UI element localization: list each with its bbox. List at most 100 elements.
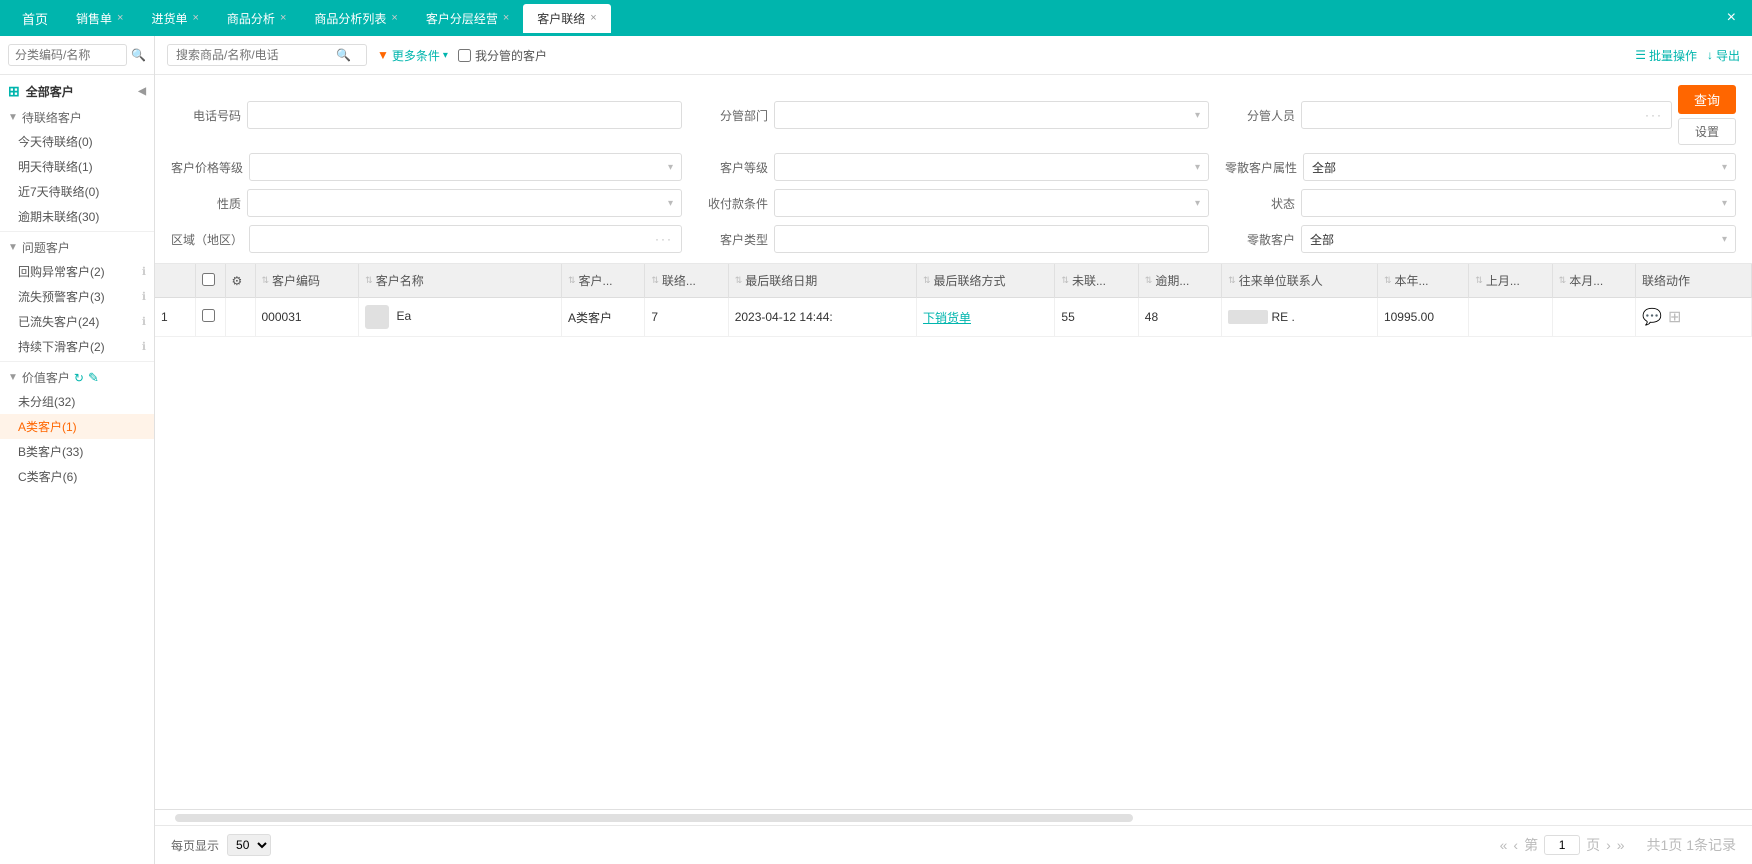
my-customers-checkbox-area[interactable]: 我分管的客户	[458, 47, 547, 64]
col-last-month[interactable]: ⇅ 上月...	[1469, 264, 1552, 298]
nav-first-btn[interactable]: «	[1500, 837, 1508, 853]
nav-last-btn[interactable]: »	[1617, 837, 1625, 853]
col-contact[interactable]: ⇅ 联络...	[645, 264, 728, 298]
collapse-icon[interactable]: ◀	[138, 86, 146, 97]
col-customer-name[interactable]: ⇅ 客户名称	[359, 264, 562, 298]
close-all-tabs[interactable]: ×	[1719, 5, 1744, 31]
col-action[interactable]: 联络动作	[1636, 264, 1752, 298]
problem-customers-group[interactable]: ▼ 问题客户	[0, 234, 154, 259]
col-checkbox[interactable]	[195, 264, 225, 298]
col-this-month[interactable]: ⇅ 本月...	[1552, 264, 1635, 298]
nav-tab-analysis[interactable]: 商品分析 ×	[213, 4, 300, 33]
col-overdue[interactable]: ⇅ 逾期...	[1138, 264, 1221, 298]
col-customer-type[interactable]: ⇅ 客户...	[561, 264, 644, 298]
assignee-input[interactable]: ···	[1301, 101, 1672, 129]
price-grade-input[interactable]: ▾	[249, 153, 682, 181]
sidebar-item-repurchase-anomaly[interactable]: 回购异常客户(2) ℹ	[0, 259, 154, 284]
nav-tab-sales[interactable]: 销售单 ×	[62, 4, 137, 33]
col-settings[interactable]: ⚙	[225, 264, 255, 298]
td-checkbox[interactable]	[195, 298, 225, 337]
col-customer-code[interactable]: ⇅ 客户编码	[255, 264, 359, 298]
sidebar-item-c-class[interactable]: C类客户(6)	[0, 464, 154, 489]
sort-icon: ⇅	[262, 275, 270, 286]
row-checkbox[interactable]	[202, 309, 215, 322]
page-input[interactable]	[1544, 835, 1580, 855]
page-size-select[interactable]: 50	[227, 834, 271, 856]
nav-tab-customer-contact[interactable]: 客户联络 ×	[523, 4, 610, 33]
nature-input[interactable]: ▾	[247, 189, 682, 217]
customer-grade-input[interactable]: ▾	[774, 153, 1209, 181]
sidebar-search-icon[interactable]: 🔍	[131, 48, 146, 62]
retail-customer-input[interactable]: 全部 ▾	[1301, 225, 1736, 253]
td-customer-type: A类客户	[561, 298, 644, 337]
retail-attr-input[interactable]: 全部 ▾	[1303, 153, 1736, 181]
sidebar-item-week-contact[interactable]: 近7天待联络(0)	[0, 179, 154, 204]
customer-type-input[interactable]	[774, 225, 1209, 253]
sidebar-search-area: 🔍	[0, 36, 154, 75]
close-customer-segment-tab[interactable]: ×	[503, 12, 509, 24]
col-last-contact-method[interactable]: ⇅ 最后联络方式	[916, 264, 1054, 298]
region-input[interactable]: ···	[249, 225, 682, 253]
select-all-checkbox[interactable]	[202, 273, 215, 286]
col-this-year[interactable]: ⇅ 本年...	[1377, 264, 1468, 298]
contact-method-link[interactable]: 下销货单	[923, 311, 971, 325]
col-unit-contact[interactable]: ⇅ 往来单位联系人	[1222, 264, 1378, 298]
payment-input[interactable]: ▾	[774, 189, 1209, 217]
horizontal-scrollbar[interactable]	[155, 809, 1752, 825]
refresh-icon[interactable]: ↻	[74, 371, 84, 385]
nav-prev-btn[interactable]: ‹	[1513, 837, 1518, 853]
sidebar-item-declining[interactable]: 持续下滑客户(2) ℹ	[0, 334, 154, 359]
sidebar-item-today-contact[interactable]: 今天待联络(0)	[0, 129, 154, 154]
nav-home[interactable]: 首页	[8, 3, 62, 34]
sidebar-item-tomorrow-contact[interactable]: 明天待联络(1)	[0, 154, 154, 179]
dept-input[interactable]: ▾	[774, 101, 1209, 129]
sort-icon-11: ⇅	[1475, 275, 1483, 286]
filter-row-retail-customer: 零散客户 全部 ▾	[1225, 225, 1736, 253]
sidebar-item-unclassified[interactable]: 未分组(32)	[0, 389, 154, 414]
total-records: 共1页 1条记录	[1647, 835, 1736, 855]
sidebar-search-input[interactable]	[8, 44, 127, 66]
pending-contact-group[interactable]: ▼ 待联络客户	[0, 104, 154, 129]
filter-row-status: 状态 ▾	[1225, 189, 1736, 217]
settings-icon[interactable]: ⚙	[232, 274, 243, 288]
qr-icon[interactable]: ⊞	[1668, 307, 1681, 327]
main-search-icon[interactable]: 🔍	[336, 48, 351, 62]
sidebar-item-a-class[interactable]: A类客户(1)	[0, 414, 154, 439]
close-purchase-tab[interactable]: ×	[192, 12, 198, 24]
sidebar-item-churn-warning[interactable]: 流失预警客户(3) ℹ	[0, 284, 154, 309]
sidebar-item-overdue-contact[interactable]: 逾期未联络(30)	[0, 204, 154, 229]
more-conditions-btn[interactable]: ▼ 更多条件 ▾	[377, 47, 448, 64]
phone-input[interactable]	[247, 101, 682, 129]
nav-next-btn[interactable]: ›	[1606, 837, 1611, 853]
batch-operation-btn[interactable]: ☰ 批量操作	[1635, 47, 1697, 64]
sidebar-item-b-class[interactable]: B类客户(33)	[0, 439, 154, 464]
main-search-input[interactable]	[176, 48, 336, 62]
close-analysis-list-tab[interactable]: ×	[391, 12, 397, 24]
scrollbar-track[interactable]	[175, 814, 1133, 822]
td-unit-contact: RE .	[1222, 298, 1378, 337]
status-input[interactable]: ▾	[1301, 189, 1736, 217]
settings-button[interactable]: 设置	[1678, 118, 1736, 145]
nav-tab-analysis-list[interactable]: 商品分析列表 ×	[300, 4, 411, 33]
value-customers-group[interactable]: ▼ 价值客户 ↻ ✎	[0, 364, 154, 389]
page-label: 第	[1524, 835, 1538, 855]
all-customers-header[interactable]: ⊞ 全部客户 ◀	[0, 75, 154, 104]
chat-icon[interactable]: 💬	[1642, 307, 1662, 327]
my-customers-checkbox[interactable]	[458, 49, 471, 62]
edit-icon[interactable]: ✎	[88, 370, 99, 386]
col-no-contact[interactable]: ⇅ 未联...	[1055, 264, 1138, 298]
nav-tab-customer-segment[interactable]: 客户分层经营 ×	[412, 4, 523, 33]
info-icon-1: ℹ	[142, 265, 146, 278]
col-last-contact-date[interactable]: ⇅ 最后联络日期	[728, 264, 916, 298]
export-btn[interactable]: ↓ 导出	[1707, 47, 1740, 64]
td-last-contact-method[interactable]: 下销货单	[916, 298, 1054, 337]
close-sales-tab[interactable]: ×	[117, 12, 123, 24]
query-button[interactable]: 查询	[1678, 85, 1736, 114]
td-no: 1	[155, 298, 195, 337]
sidebar-item-churned[interactable]: 已流失客户(24) ℹ	[0, 309, 154, 334]
td-customer-name: Ea	[359, 298, 562, 337]
close-customer-contact-tab[interactable]: ×	[590, 12, 596, 24]
nav-tab-purchase[interactable]: 进货单 ×	[137, 4, 212, 33]
region-dots-icon: ···	[655, 232, 673, 246]
close-analysis-tab[interactable]: ×	[280, 12, 286, 24]
